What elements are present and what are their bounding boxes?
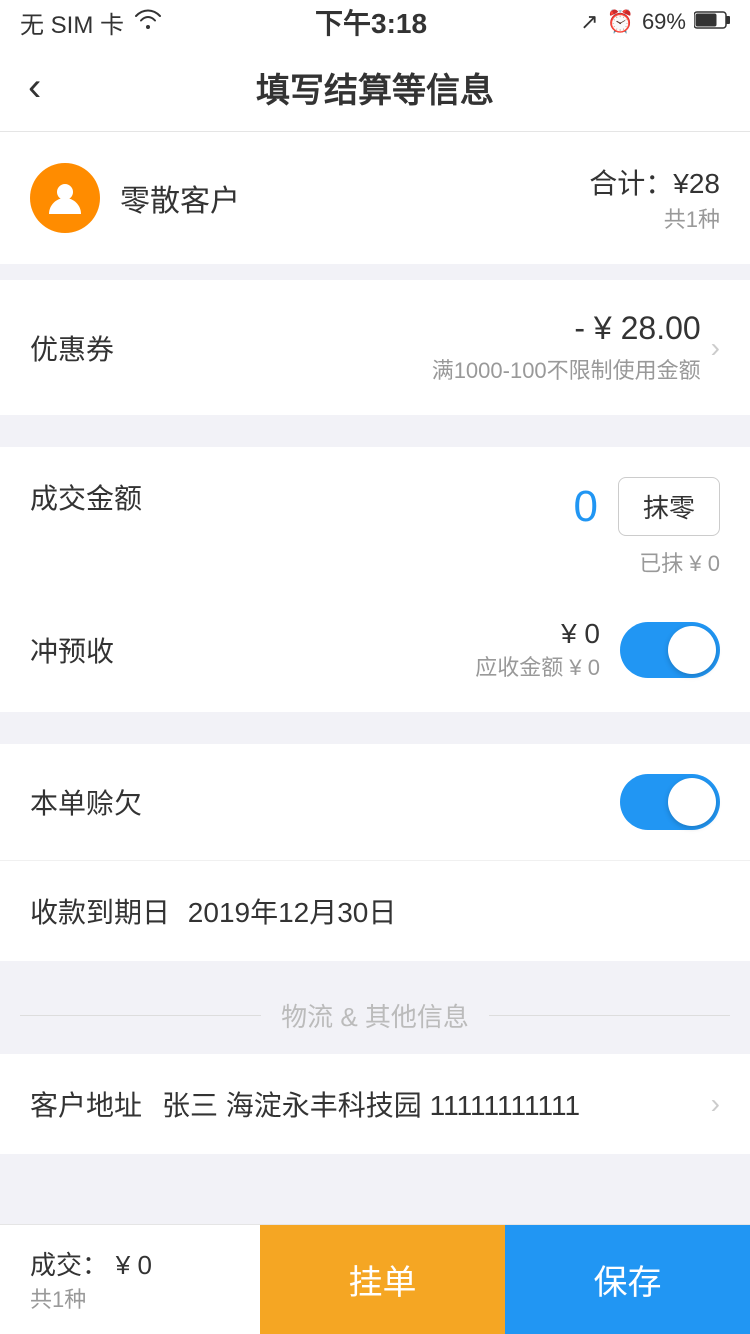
bottom-bar: 成交： ¥ 0 共1种 挂单 保存 xyxy=(0,1224,750,1334)
divider-1 xyxy=(0,431,750,447)
coupon-label: 优惠券 xyxy=(30,328,114,368)
debt-label: 本单赊欠 xyxy=(30,782,142,822)
coupon-desc: 满1000-100不限制使用金额 xyxy=(432,353,701,385)
bottom-count: 共1种 xyxy=(30,1282,230,1314)
address-label: 客户地址 xyxy=(30,1084,142,1124)
status-right: ↗ ⏰ 69% xyxy=(580,9,730,35)
customer-name: 零散客户 xyxy=(120,176,240,220)
coupon-section: 优惠券 - ¥ 28.00 满1000-100不限制使用金额 › xyxy=(0,280,750,415)
bottom-deal-label: 成交： xyxy=(30,1250,108,1280)
page-title: 填写结算等信息 xyxy=(256,63,494,112)
due-date-section: 收款到期日 2019年12月30日 xyxy=(0,860,750,961)
address-value: 张三 海淀永丰科技园 11111111111 xyxy=(162,1084,701,1124)
coupon-value-wrap: - ¥ 28.00 满1000-100不限制使用金额 xyxy=(432,310,701,385)
battery-icon xyxy=(694,9,730,35)
divider-2 xyxy=(0,728,750,744)
debt-row: 本单赊欠 xyxy=(0,744,750,860)
prepayment-main-amount: ¥ 0 xyxy=(475,618,600,650)
bottom-info: 成交： ¥ 0 共1种 xyxy=(0,1245,260,1314)
prepayment-sub-amount: 应收金额 ¥ 0 xyxy=(475,650,600,682)
avatar xyxy=(30,163,100,233)
address-section[interactable]: 客户地址 张三 海淀永丰科技园 11111111111 › xyxy=(0,1054,750,1154)
transaction-right: 0 抹零 xyxy=(574,477,721,536)
status-time: 下午3:18 xyxy=(315,2,427,42)
save-button[interactable]: 保存 xyxy=(505,1225,750,1334)
toggle-knob xyxy=(668,626,716,674)
transaction-label: 成交金额 xyxy=(30,477,142,517)
total-amount: 合计：¥28 xyxy=(589,162,720,202)
customer-left: 零散客户 xyxy=(30,163,240,233)
prepayment-label: 冲预收 xyxy=(30,630,114,670)
logistics-line-left xyxy=(20,1015,261,1016)
debt-section: 本单赊欠 收款到期日 2019年12月30日 xyxy=(0,744,750,961)
coupon-row[interactable]: 优惠券 - ¥ 28.00 满1000-100不限制使用金额 › xyxy=(0,280,750,415)
prepayment-row: 冲预收 ¥ 0 应收金额 ¥ 0 xyxy=(0,598,750,712)
prepayment-toggle[interactable] xyxy=(620,622,720,678)
content: 零散客户 合计：¥28 共1种 优惠券 - ¥ 28.00 满1000-100不… xyxy=(0,132,750,1274)
no-sim-text: 无 SIM 卡 xyxy=(20,5,124,40)
logistics-text: 物流 & 其他信息 xyxy=(281,997,469,1034)
coupon-chevron-icon: › xyxy=(711,332,720,364)
status-left: 无 SIM 卡 xyxy=(20,5,162,40)
prepayment-amounts: ¥ 0 应收金额 ¥ 0 xyxy=(475,618,600,682)
battery-text: 69% xyxy=(642,9,686,35)
hold-button[interactable]: 挂单 xyxy=(260,1225,505,1334)
bottom-deal-row: 成交： ¥ 0 xyxy=(30,1245,230,1282)
already-rounded: 已抹 ¥ 0 xyxy=(0,546,750,598)
due-date-label: 收款到期日 xyxy=(30,897,170,928)
bottom-deal-amount: ¥ 0 xyxy=(116,1250,152,1280)
debt-toggle[interactable] xyxy=(620,774,720,830)
transaction-row: 成交金额 0 抹零 xyxy=(0,447,750,546)
logistics-divider: 物流 & 其他信息 xyxy=(0,977,750,1054)
round-zero-button[interactable]: 抹零 xyxy=(618,477,720,536)
nav-bar: ‹ 填写结算等信息 xyxy=(0,44,750,132)
alarm-icon: ⏰ xyxy=(607,9,634,35)
debt-toggle-knob xyxy=(668,778,716,826)
customer-summary: 合计：¥28 共1种 xyxy=(589,162,720,234)
coupon-amount: - ¥ 28.00 xyxy=(574,310,700,347)
back-button[interactable]: ‹ xyxy=(28,65,41,110)
due-date-value: 2019年12月30日 xyxy=(188,897,397,928)
customer-section: 零散客户 合计：¥28 共1种 xyxy=(0,132,750,264)
address-chevron-icon: › xyxy=(711,1088,720,1120)
status-bar: 无 SIM 卡 下午3:18 ↗ ⏰ 69% xyxy=(0,0,750,44)
prepayment-right: ¥ 0 应收金额 ¥ 0 xyxy=(475,618,720,682)
location-icon: ↗ xyxy=(580,9,598,35)
transaction-section: 成交金额 0 抹零 已抹 ¥ 0 冲预收 ¥ 0 应收金额 ¥ 0 xyxy=(0,447,750,712)
total-count: 共1种 xyxy=(589,202,720,234)
transaction-amount[interactable]: 0 xyxy=(574,482,598,532)
wifi-icon xyxy=(134,8,162,36)
logistics-line-right xyxy=(489,1015,730,1016)
